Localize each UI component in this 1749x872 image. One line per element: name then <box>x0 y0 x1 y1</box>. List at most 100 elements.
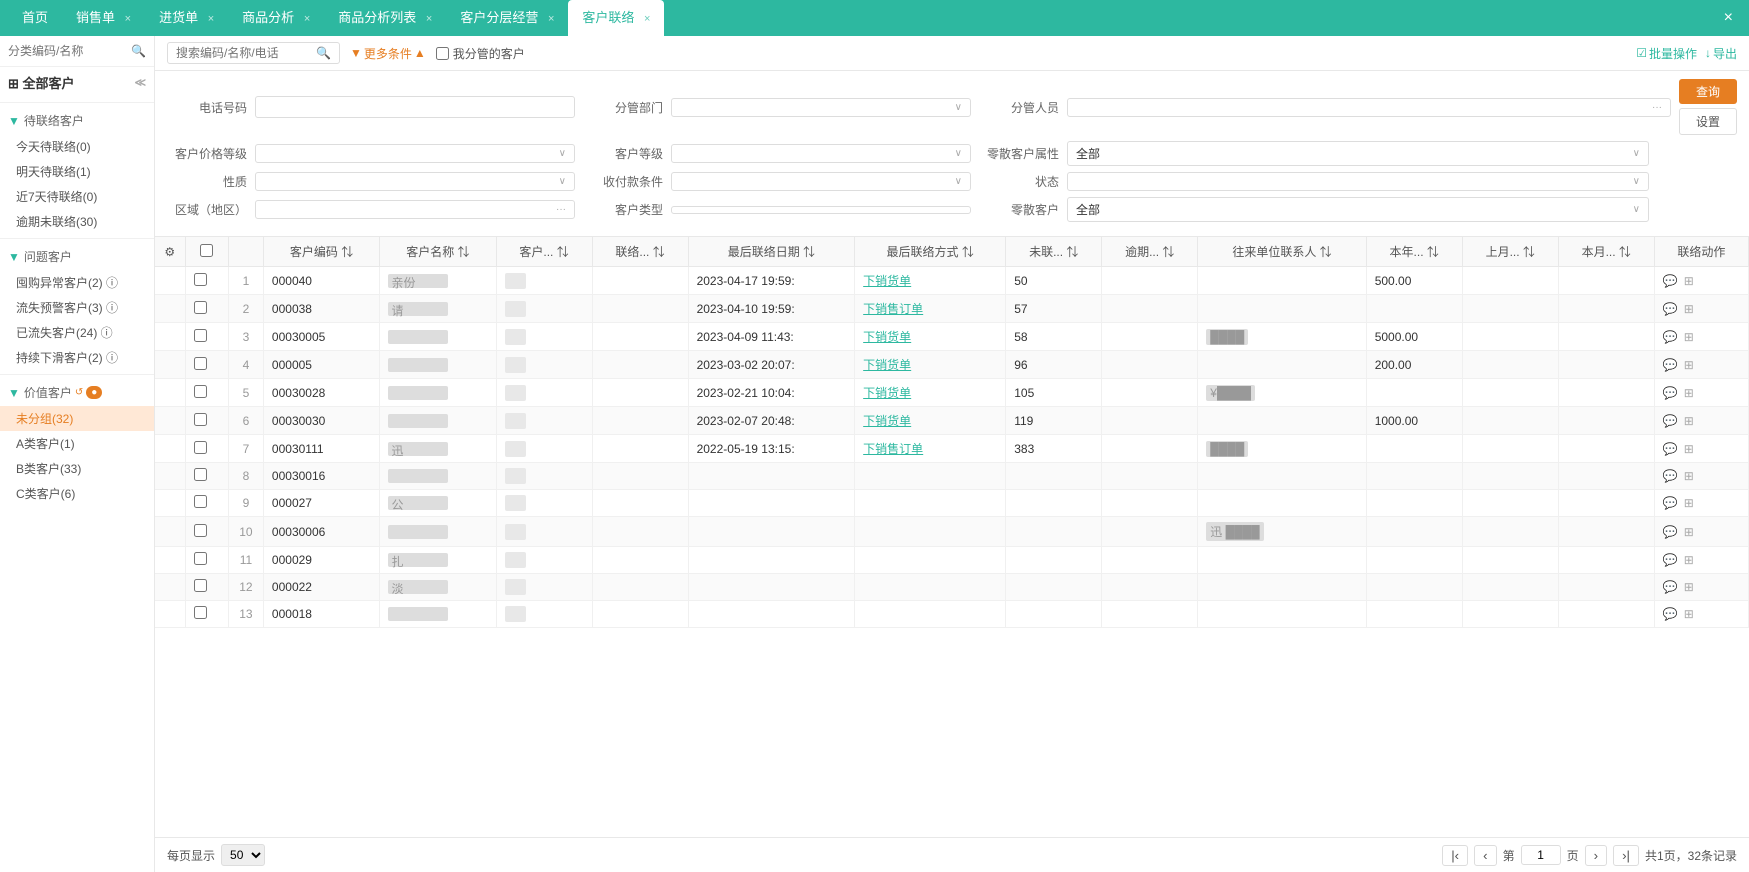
dept-select[interactable]: ∨ <box>671 98 971 117</box>
tab-sales[interactable]: 销售单 × <box>62 0 145 36</box>
problem-customers-group[interactable]: ▼ 问题客户 <box>0 243 154 270</box>
sidebar-item-declining[interactable]: 持续下滑客户(2) ⓘ <box>0 345 154 370</box>
row-select-checkbox[interactable] <box>194 606 207 619</box>
tab-product-analysis-list[interactable]: 商品分析列表 × <box>324 0 446 36</box>
row-select-checkbox[interactable] <box>194 329 207 342</box>
sidebar-item-overdue-contact[interactable]: 逾期未联络(30) <box>0 209 154 234</box>
tab-home[interactable]: 首页 <box>8 0 62 36</box>
message-icon[interactable]: 💬 <box>1663 386 1678 400</box>
grid-icon[interactable]: ⊞ <box>1684 302 1694 316</box>
contact-method-link[interactable]: 下销货单 <box>863 358 911 372</box>
sidebar-item-class-a[interactable]: A类客户(1) <box>0 431 154 456</box>
reset-button[interactable]: 设置 <box>1679 108 1737 135</box>
grid-icon[interactable]: ⊞ <box>1684 553 1694 567</box>
sidebar-item-unclassified[interactable]: 未分组(32) <box>0 406 154 431</box>
row-select-checkbox[interactable] <box>194 357 207 370</box>
more-conditions-btn[interactable]: ▼ 更多条件 ▲ <box>350 45 426 62</box>
grid-icon[interactable]: ⊞ <box>1684 274 1694 288</box>
grid-icon[interactable]: ⊞ <box>1684 330 1694 344</box>
message-icon[interactable]: 💬 <box>1663 302 1678 316</box>
last-month-header[interactable]: 上月... ⇅ <box>1462 237 1558 267</box>
last-contact-method-header[interactable]: 最后联络方式 ⇅ <box>855 237 1006 267</box>
grid-icon[interactable]: ⊞ <box>1684 469 1694 483</box>
search-box[interactable]: 🔍 <box>167 42 340 64</box>
message-icon[interactable]: 💬 <box>1663 525 1678 539</box>
tab-product-analysis[interactable]: 商品分析 × <box>228 0 324 36</box>
code-col-header[interactable]: 客户编码 ⇅ <box>263 237 379 267</box>
sidebar-item-abnormal[interactable]: 囤购异常客户(2) ⓘ <box>0 270 154 295</box>
last-page-btn[interactable]: ›| <box>1613 845 1639 866</box>
batch-ops-btn[interactable]: ☑ 批量操作 <box>1636 45 1697 62</box>
message-icon[interactable]: 💬 <box>1663 553 1678 567</box>
contact-method-link[interactable]: 下销售订单 <box>863 302 923 316</box>
tab-purchase[interactable]: 进货单 × <box>145 0 228 36</box>
grid-icon[interactable]: ⊞ <box>1684 414 1694 428</box>
row-select-checkbox[interactable] <box>194 385 207 398</box>
grid-icon[interactable]: ⊞ <box>1684 580 1694 594</box>
grid-icon[interactable]: ⊞ <box>1684 607 1694 621</box>
close-analysis-tab[interactable]: × <box>304 13 310 25</box>
region-select[interactable]: ··· <box>255 200 575 219</box>
message-icon[interactable]: 💬 <box>1663 414 1678 428</box>
message-icon[interactable]: 💬 <box>1663 469 1678 483</box>
message-icon[interactable]: 💬 <box>1663 330 1678 344</box>
row-select-checkbox[interactable] <box>194 301 207 314</box>
row-select-checkbox[interactable] <box>194 413 207 426</box>
query-button[interactable]: 查询 <box>1679 79 1737 104</box>
tab-customer-segment[interactable]: 客户分层经营 × <box>446 0 568 36</box>
pending-contact-group[interactable]: ▼ 待联络客户 <box>0 107 154 134</box>
value-customers-group[interactable]: ▼ 价值客户 ↺ ● <box>0 379 154 406</box>
contact-method-link[interactable]: 下销售订单 <box>863 442 923 456</box>
row-select-checkbox[interactable] <box>194 552 207 565</box>
value-group-refresh[interactable]: ↺ <box>75 387 83 398</box>
tab-customer-contact[interactable]: 客户联络 × <box>568 0 664 36</box>
export-btn[interactable]: ↓ 导出 <box>1705 45 1737 62</box>
message-icon[interactable]: 💬 <box>1663 607 1678 621</box>
my-customers-checkbox[interactable] <box>436 47 449 60</box>
row-select-checkbox[interactable] <box>194 579 207 592</box>
price-grade-select[interactable]: ∨ <box>255 144 575 163</box>
sidebar-item-class-b[interactable]: B类客户(33) <box>0 456 154 481</box>
sidebar-search-icon[interactable]: 🔍 <box>131 44 146 58</box>
nature-select[interactable]: ∨ <box>255 172 575 191</box>
contact-method-link[interactable]: 下销货单 <box>863 274 911 288</box>
close-segment-tab[interactable]: × <box>548 13 554 25</box>
contact-method-link[interactable]: 下销货单 <box>863 414 911 428</box>
phone-input[interactable] <box>255 96 575 118</box>
row-select-checkbox[interactable] <box>194 495 207 508</box>
message-icon[interactable]: 💬 <box>1663 442 1678 456</box>
type-col-header[interactable]: 客户... ⇅ <box>496 237 592 267</box>
sidebar-item-churned[interactable]: 已流失客户(24) ⓘ <box>0 320 154 345</box>
grid-icon[interactable]: ⊞ <box>1684 525 1694 539</box>
payment-select[interactable]: ∨ <box>671 172 971 191</box>
last-contact-date-header[interactable]: 最后联络日期 ⇅ <box>688 237 855 267</box>
row-select-checkbox[interactable] <box>194 441 207 454</box>
row-select-checkbox[interactable] <box>194 468 207 481</box>
not-contacted-header[interactable]: 未联... ⇅ <box>1006 237 1102 267</box>
next-page-btn[interactable]: › <box>1585 845 1607 866</box>
contact-col-header[interactable]: 联络... ⇅ <box>592 237 688 267</box>
contact-method-link[interactable]: 下销货单 <box>863 330 911 344</box>
grid-icon[interactable]: ⊞ <box>1684 386 1694 400</box>
row-select-checkbox[interactable] <box>194 524 207 537</box>
message-icon[interactable]: 💬 <box>1663 496 1678 510</box>
person-select[interactable]: ··· <box>1067 98 1671 117</box>
message-icon[interactable]: 💬 <box>1663 274 1678 288</box>
this-month-header[interactable]: 本月... ⇅ <box>1558 237 1654 267</box>
sidebar-item-7days-contact[interactable]: 近7天待联络(0) <box>0 184 154 209</box>
close-window-button[interactable]: × <box>1716 9 1741 27</box>
close-purchase-tab[interactable]: × <box>208 13 214 25</box>
cust-grade-select[interactable]: ∨ <box>671 144 971 163</box>
overdue-header[interactable]: 逾期... ⇅ <box>1102 237 1198 267</box>
page-input[interactable] <box>1521 845 1561 865</box>
this-year-header[interactable]: 本年... ⇅ <box>1366 237 1462 267</box>
message-icon[interactable]: 💬 <box>1663 358 1678 372</box>
row-select-checkbox[interactable] <box>194 273 207 286</box>
close-contact-tab[interactable]: × <box>644 13 650 25</box>
close-sales-tab[interactable]: × <box>125 13 131 25</box>
status-select[interactable]: ∨ <box>1067 172 1649 191</box>
cust-type-select[interactable] <box>671 206 971 214</box>
sidebar-item-class-c[interactable]: C类客户(6) <box>0 481 154 506</box>
sidebar-item-churn-warning[interactable]: 流失预警客户(3) ⓘ <box>0 295 154 320</box>
select-all-checkbox[interactable] <box>200 244 213 257</box>
